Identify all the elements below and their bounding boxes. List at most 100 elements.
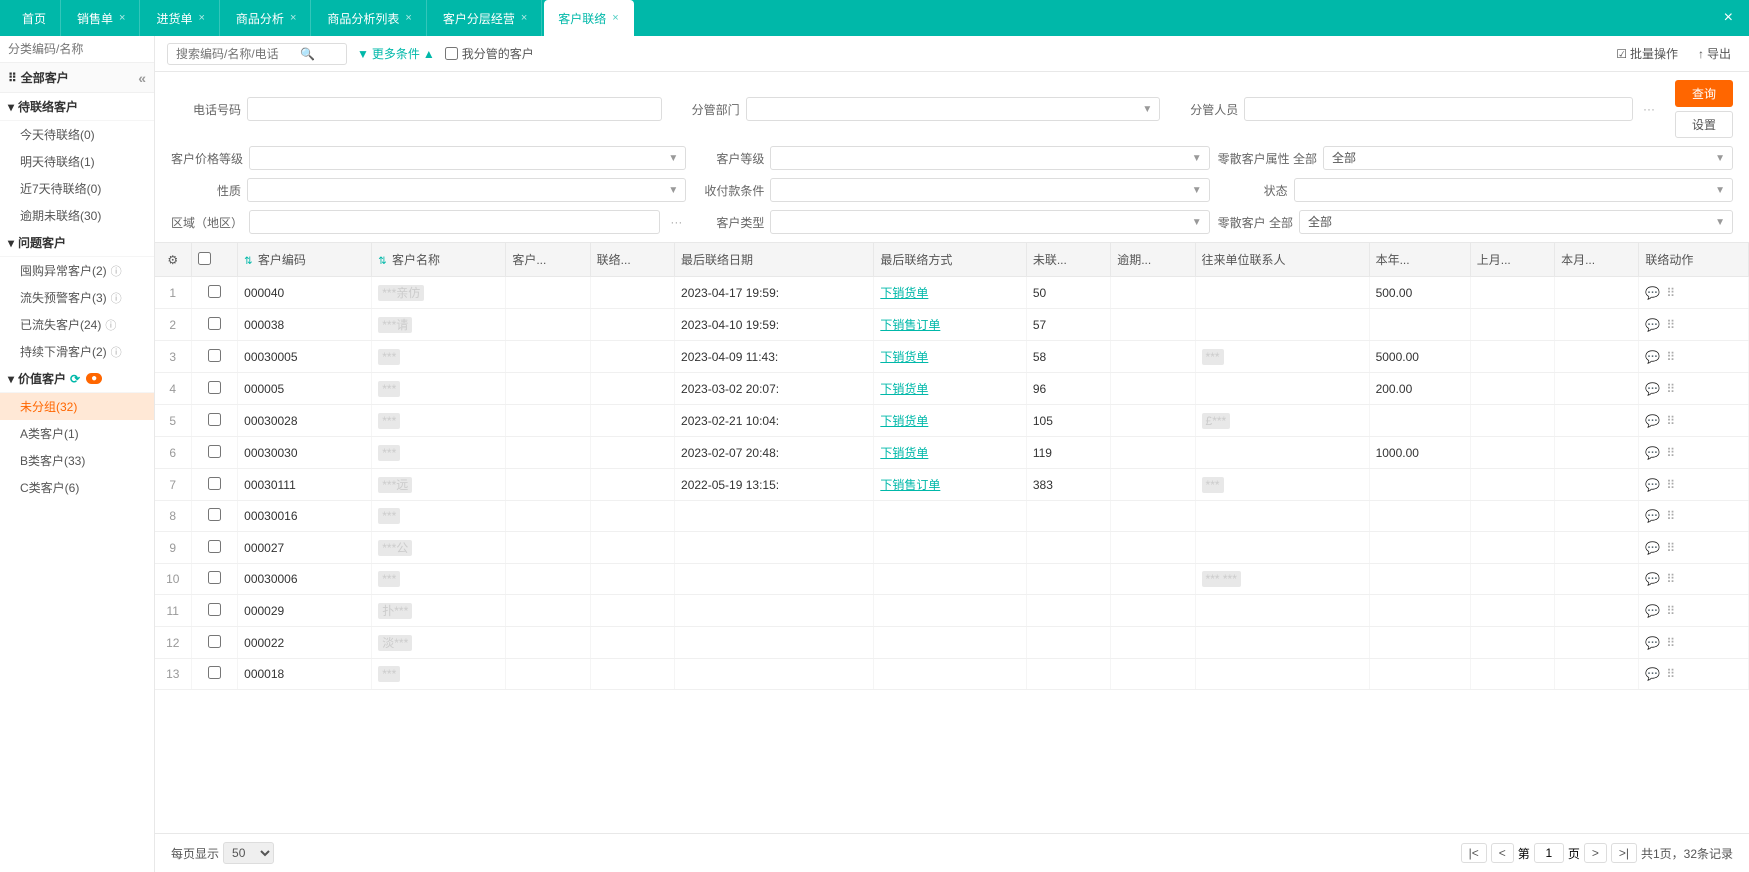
chat-icon[interactable]: 💬 (1645, 382, 1660, 396)
close-contact-tab[interactable]: × (612, 12, 618, 24)
scatter-attr-select[interactable]: 全部 (1323, 146, 1733, 170)
select-all-checkbox[interactable] (198, 252, 211, 265)
grid-action-icon[interactable]: ⠿ (1666, 478, 1675, 492)
action-cell[interactable]: 💬⠿ (1639, 373, 1749, 405)
action-cell[interactable]: 💬⠿ (1639, 341, 1749, 373)
chat-icon[interactable]: 💬 (1645, 636, 1660, 650)
last-contact-way-cell[interactable] (874, 659, 1027, 690)
price-level-select[interactable] (249, 146, 686, 170)
chat-icon[interactable]: 💬 (1645, 318, 1660, 332)
row-checkbox-cell[interactable] (191, 659, 238, 690)
region-input[interactable] (249, 210, 660, 234)
batch-op-btn[interactable]: ☑ 批量操作 (1610, 42, 1684, 65)
last-month-col-header[interactable]: 上月... (1470, 243, 1554, 277)
refresh-icon[interactable]: ⟳ (70, 372, 80, 386)
row-checkbox[interactable] (208, 349, 221, 362)
chat-icon[interactable]: 💬 (1645, 604, 1660, 618)
chat-icon[interactable]: 💬 (1645, 286, 1660, 300)
sidebar-item-tomorrow[interactable]: 明天待联络(1) (0, 148, 154, 175)
close-product-tab[interactable]: × (290, 12, 296, 24)
scatter-customer-select[interactable]: 全部 (1299, 210, 1733, 234)
contact-way-link[interactable]: 下销售订单 (880, 478, 940, 492)
gear-col-header[interactable]: ⚙ (155, 243, 191, 277)
manager-input[interactable] (1244, 97, 1633, 121)
row-checkbox[interactable] (208, 540, 221, 553)
customer-level-select[interactable] (770, 146, 1209, 170)
action-cell[interactable]: 💬⠿ (1639, 501, 1749, 532)
phone-input[interactable] (247, 97, 662, 121)
last-page-btn[interactable]: >| (1611, 843, 1637, 863)
grid-action-icon[interactable]: ⠿ (1666, 509, 1675, 523)
last-contact-way-cell[interactable]: 下销售订单 (874, 469, 1027, 501)
row-checkbox-cell[interactable] (191, 405, 238, 437)
grid-action-icon[interactable]: ⠿ (1666, 382, 1675, 396)
action-cell[interactable]: 💬⠿ (1639, 595, 1749, 627)
action-cell[interactable]: 💬⠿ (1639, 532, 1749, 564)
contact-way-link[interactable]: 下销货单 (880, 446, 928, 460)
chat-icon[interactable]: 💬 (1645, 509, 1660, 523)
chat-icon[interactable]: 💬 (1645, 667, 1660, 681)
this-year-col-header[interactable]: 本年... (1369, 243, 1470, 277)
last-contact-way-cell[interactable] (874, 532, 1027, 564)
last-contact-way-col-header[interactable]: 最后联络方式 (874, 243, 1027, 277)
last-contact-way-cell[interactable] (874, 595, 1027, 627)
row-checkbox[interactable] (208, 445, 221, 458)
first-page-btn[interactable]: |< (1461, 843, 1487, 863)
all-customers-header[interactable]: ⠿ 全部客户 « (0, 63, 154, 93)
my-customers-check[interactable] (445, 47, 458, 60)
per-page-select[interactable]: 50 100 (223, 842, 274, 864)
query-button[interactable]: 查询 (1675, 80, 1733, 107)
overdue-col-header[interactable]: 逾期... (1111, 243, 1195, 277)
row-checkbox[interactable] (208, 317, 221, 330)
chat-icon[interactable]: 💬 (1645, 414, 1660, 428)
row-checkbox-cell[interactable] (191, 437, 238, 469)
contact-way-link[interactable]: 下销货单 (880, 382, 928, 396)
this-month-col-header[interactable]: 本月... (1555, 243, 1639, 277)
chat-icon[interactable]: 💬 (1645, 572, 1660, 586)
contact-way-link[interactable]: 下销货单 (880, 286, 928, 300)
grid-action-icon[interactable]: ⠿ (1666, 350, 1675, 364)
grid-action-icon[interactable]: ⠿ (1666, 541, 1675, 555)
grid-action-icon[interactable]: ⠿ (1666, 636, 1675, 650)
nav-product-analysis[interactable]: 商品分析 × (222, 0, 311, 36)
manager-dots[interactable]: ··· (1639, 102, 1659, 116)
last-contact-way-cell[interactable]: 下销货单 (874, 277, 1027, 309)
row-checkbox-cell[interactable] (191, 595, 238, 627)
main-search-icon[interactable]: 🔍 (300, 47, 315, 61)
next-page-btn[interactable]: > (1584, 843, 1607, 863)
status-select[interactable] (1294, 178, 1733, 202)
row-checkbox[interactable] (208, 381, 221, 394)
main-search-input[interactable] (176, 47, 296, 61)
chat-icon[interactable]: 💬 (1645, 541, 1660, 555)
chat-icon[interactable]: 💬 (1645, 350, 1660, 364)
action-cell[interactable]: 💬⠿ (1639, 437, 1749, 469)
sidebar-item-today[interactable]: 今天待联络(0) (0, 121, 154, 148)
row-checkbox-cell[interactable] (191, 309, 238, 341)
close-segment-tab[interactable]: × (521, 12, 527, 24)
nav-sales[interactable]: 销售单 × (63, 0, 140, 36)
grid-action-icon[interactable]: ⠿ (1666, 318, 1675, 332)
sidebar-search-input[interactable] (8, 42, 155, 56)
nav-purchase[interactable]: 进货单 × (142, 0, 219, 36)
sidebar-item-c-class[interactable]: C类客户(6) (0, 474, 154, 501)
nav-customer-contact[interactable]: 客户联络 × (544, 0, 633, 36)
row-checkbox-cell[interactable] (191, 564, 238, 595)
nav-home[interactable]: 首页 (8, 0, 61, 36)
sidebar-item-a-class[interactable]: A类客户(1) (0, 420, 154, 447)
last-contact-way-cell[interactable]: 下销售订单 (874, 309, 1027, 341)
prev-page-btn[interactable]: < (1491, 843, 1514, 863)
last-contact-way-cell[interactable]: 下销货单 (874, 437, 1027, 469)
close-sales-tab[interactable]: × (119, 12, 125, 24)
action-cell[interactable]: 💬⠿ (1639, 277, 1749, 309)
row-checkbox[interactable] (208, 635, 221, 648)
last-contact-way-cell[interactable]: 下销货单 (874, 373, 1027, 405)
grid-action-icon[interactable]: ⠿ (1666, 667, 1675, 681)
code-col-header[interactable]: ⇅ 客户编码 (238, 243, 372, 277)
nav-customer-segment[interactable]: 客户分层经营 × (429, 0, 542, 36)
row-checkbox-cell[interactable] (191, 627, 238, 659)
sidebar-item-churn-warning[interactable]: 流失预警客户(3) ⓘ (0, 284, 154, 311)
last-contact-way-cell[interactable] (874, 564, 1027, 595)
checkbox-col-header[interactable] (191, 243, 238, 277)
reset-button[interactable]: 设置 (1675, 111, 1733, 138)
row-checkbox[interactable] (208, 285, 221, 298)
